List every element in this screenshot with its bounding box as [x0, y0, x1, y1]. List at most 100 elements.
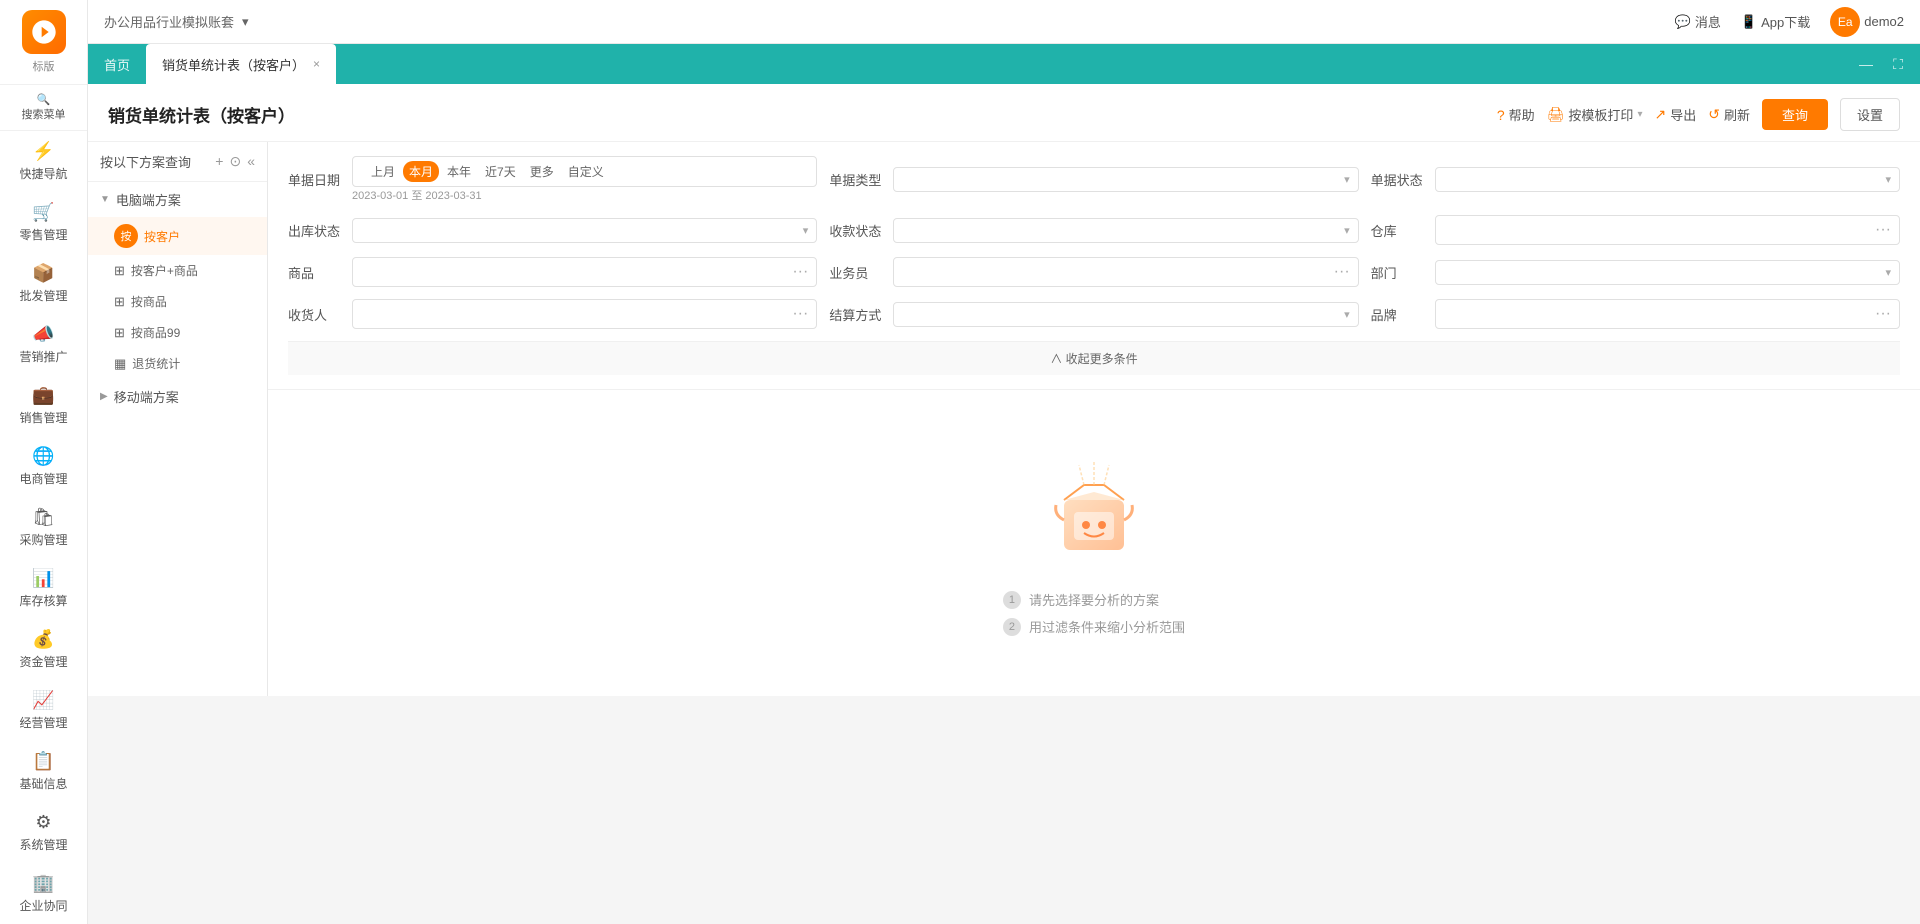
print-btn[interactable]: 🖨 按模板打印 ▾: [1547, 105, 1643, 124]
scheme-item-product[interactable]: ⊞ 按商品: [88, 286, 267, 317]
sidebar-item-marketing[interactable]: 📣 营销推广: [0, 314, 87, 375]
marketing-icon: 📣: [32, 324, 54, 345]
scheme-item-customer-product[interactable]: ⊞ 按客户+商品: [88, 255, 267, 286]
scheme-collapse-btn[interactable]: «: [247, 153, 255, 170]
scheme-header-label: 按以下方案查询: [100, 152, 191, 171]
group-expand-icon: ▼: [100, 194, 110, 205]
order-status-select[interactable]: ▾: [1435, 167, 1900, 192]
filter-date: 单据日期 上月 本月 本年 近7天 更多: [288, 156, 817, 203]
sidebar-item-inventory[interactable]: 📊 库存核算: [0, 558, 87, 619]
scheme-header: 按以下方案查询 + ⊙ «: [88, 142, 267, 182]
brand-dots-icon[interactable]: ···: [1875, 305, 1891, 323]
date-range-picker[interactable]: 上月 本月 本年 近7天 更多 自定义: [352, 156, 817, 187]
sidebar-search[interactable]: 🔍 搜索菜单: [0, 85, 87, 131]
warehouse-dots-icon[interactable]: ···: [1875, 221, 1891, 239]
empty-tip-1-label: 请先选择要分析的方案: [1029, 590, 1159, 609]
page: 销货单统计表（按客户） ? 帮助 🖨 按模板打印 ▾ ↗ 导出: [88, 84, 1920, 924]
sidebar-item-operations[interactable]: 📈 经营管理: [0, 680, 87, 741]
export-btn[interactable]: ↗ 导出: [1654, 105, 1696, 124]
scheme-sidebar: 按以下方案查询 + ⊙ « ▼ 电脑端方案: [88, 142, 268, 696]
scheme-group-desktop-header[interactable]: ▼ 电脑端方案: [88, 182, 267, 217]
filter-settlement: 结算方式 ▾: [829, 299, 1358, 329]
tab-minimize-btn[interactable]: —: [1852, 50, 1880, 78]
scheme-add-btn[interactable]: +: [215, 153, 223, 170]
message-icon: 💬: [1675, 14, 1691, 30]
scheme-settings-btn[interactable]: ⊙: [229, 153, 241, 170]
empty-tip-1: 1 请先选择要分析的方案: [1003, 590, 1185, 609]
refresh-label: 刷新: [1724, 105, 1750, 124]
warehouse-select[interactable]: ···: [1435, 215, 1900, 245]
scheme-group-mobile: ▶ 移动端方案: [88, 379, 267, 414]
sidebar-item-purchase[interactable]: 🛍 采购管理: [0, 497, 87, 558]
settings-button[interactable]: 设置: [1840, 98, 1900, 131]
scheme-item-customer-label: 按客户: [144, 228, 180, 245]
sidebar-item-ecommerce-label: 电商管理: [19, 470, 67, 487]
date-tab-thismonth[interactable]: 本月: [403, 161, 439, 182]
empty-icon: [1034, 450, 1154, 570]
sidebar-item-wholesale[interactable]: 📦 批发管理: [0, 253, 87, 314]
filter-date-control: 上月 本月 本年 近7天 更多 自定义 2023-03-01 至: [352, 156, 817, 203]
salesperson-select[interactable]: ···: [893, 257, 1358, 287]
empty-tips: 1 请先选择要分析的方案 2 用过滤条件来缩小分析范围: [1003, 590, 1185, 636]
app-download-btn[interactable]: 📱 App下载: [1741, 12, 1810, 31]
settlement-select[interactable]: ▾: [893, 302, 1358, 327]
receiver-dots-icon[interactable]: ···: [792, 305, 808, 323]
out-status-chevron-icon: ▾: [803, 224, 809, 237]
topbar-dropdown-btn[interactable]: ▾: [242, 14, 249, 30]
download-icon: 📱: [1741, 14, 1757, 30]
filter-brand-label: 品牌: [1371, 305, 1427, 324]
tip-num-2: 2: [1003, 618, 1021, 636]
filter-row-1: 单据日期 上月 本月 本年 近7天 更多: [288, 156, 1900, 203]
product-icon: ⊞: [114, 294, 125, 310]
receiver-select[interactable]: ···: [352, 299, 817, 329]
filter-order-status-label: 单据状态: [1371, 170, 1427, 189]
filter-order-status: 单据状态 ▾: [1371, 156, 1900, 203]
query-button[interactable]: 查询: [1762, 99, 1828, 130]
tab-active[interactable]: 销货单统计表（按客户） ×: [146, 44, 336, 84]
tab-maximize-btn[interactable]: ⛶: [1884, 50, 1912, 78]
sidebar-item-finance[interactable]: 💰 资金管理: [0, 619, 87, 680]
filter-order-type-label: 单据类型: [829, 170, 885, 189]
customer-product-icon: ⊞: [114, 263, 125, 279]
scheme-item-product99[interactable]: ⊞ 按商品99: [88, 317, 267, 348]
scheme-item-customer[interactable]: 按 按客户: [88, 217, 267, 255]
order-type-select[interactable]: ▾: [893, 167, 1358, 192]
out-status-select[interactable]: ▾: [352, 218, 817, 243]
scheme-group-mobile-header[interactable]: ▶ 移动端方案: [88, 379, 267, 414]
date-tab-custom[interactable]: 自定义: [562, 161, 610, 182]
logo-text: 标版: [33, 58, 55, 74]
message-btn[interactable]: 💬 消息: [1675, 12, 1721, 31]
sidebar-item-enterprise[interactable]: 🏢 企业协同: [0, 863, 87, 924]
product-dots-icon[interactable]: ···: [792, 263, 808, 281]
tab-close-btn[interactable]: ×: [313, 57, 320, 71]
help-btn[interactable]: ? 帮助: [1497, 105, 1535, 124]
app-download-label: App下载: [1761, 12, 1810, 31]
tab-home[interactable]: 首页: [88, 44, 146, 84]
collapse-filter-btn[interactable]: ∧ 收起更多条件: [288, 341, 1900, 375]
date-tab-lastmonth[interactable]: 上月: [365, 161, 401, 182]
sidebar-item-wholesale-label: 批发管理: [19, 287, 67, 304]
page-title: 销货单统计表（按客户）: [108, 102, 295, 127]
filter-brand: 品牌 ···: [1371, 299, 1900, 329]
date-tab-more[interactable]: 更多: [524, 161, 560, 182]
sidebar-item-retail[interactable]: 🛒 零售管理: [0, 192, 87, 253]
salesperson-dots-icon[interactable]: ···: [1334, 263, 1350, 281]
filter-row-4: 收货人 ··· 结算方式 ▾: [288, 299, 1900, 329]
sidebar-item-ecommerce[interactable]: 🌐 电商管理: [0, 436, 87, 497]
topbar-right: 💬 消息 📱 App下载 Ea demo2: [1675, 7, 1904, 37]
sidebar-item-sales[interactable]: 💼 销售管理: [0, 375, 87, 436]
sidebar-item-basicinfo[interactable]: 📋 基础信息: [0, 741, 87, 802]
date-tab-last7days[interactable]: 近7天: [479, 161, 522, 182]
page-inner: 销货单统计表（按客户） ? 帮助 🖨 按模板打印 ▾ ↗ 导出: [88, 84, 1920, 696]
product-select[interactable]: ···: [352, 257, 817, 287]
refresh-btn[interactable]: ↺ 刷新: [1708, 105, 1750, 124]
brand-select[interactable]: ···: [1435, 299, 1900, 329]
date-tab-thisyear[interactable]: 本年: [441, 161, 477, 182]
sidebar-item-quicknav[interactable]: ⚡ 快捷导航: [0, 131, 87, 192]
department-select[interactable]: ▾: [1435, 260, 1900, 285]
scheme-item-return-stats[interactable]: ▦ 退货统计: [88, 348, 267, 379]
filter-payment-status-label: 收款状态: [829, 221, 885, 240]
payment-status-select[interactable]: ▾: [893, 218, 1358, 243]
user-area[interactable]: Ea demo2: [1830, 7, 1904, 37]
sidebar-item-system[interactable]: ⚙ 系统管理: [0, 802, 87, 863]
